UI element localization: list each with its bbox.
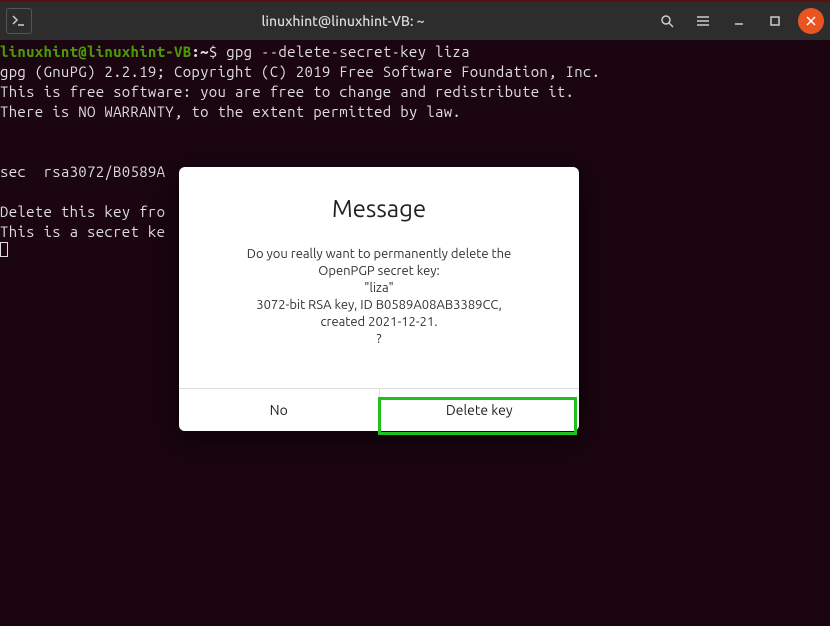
minimize-button[interactable] xyxy=(726,8,752,34)
dialog-message-line: OpenPGP secret key: xyxy=(205,263,553,280)
dialog-message-line: "liza" xyxy=(205,280,553,297)
maximize-button[interactable] xyxy=(762,8,788,34)
terminal-line: sec rsa3072/B0589A xyxy=(0,163,165,180)
terminal-line: gpg (GnuPG) 2.2.19; Copyright (C) 2019 F… xyxy=(0,63,600,80)
dialog-message-line: Do you really want to permanently delete… xyxy=(205,246,553,263)
dialog-message-line: ? xyxy=(205,331,553,348)
terminal-line: Delete this key fro xyxy=(0,203,165,220)
search-icon[interactable] xyxy=(654,8,680,34)
prompt-user: linuxhint@linuxhint-VB xyxy=(0,43,191,60)
no-button[interactable]: No xyxy=(179,389,380,431)
dialog-body: Message Do you really want to permanentl… xyxy=(179,167,579,388)
terminal-line: This is a secret ke xyxy=(0,223,165,240)
dialog-button-row: No Delete key xyxy=(179,388,579,431)
delete-key-button[interactable]: Delete key xyxy=(380,389,580,431)
dialog-message-line: 3072-bit RSA key, ID B0589A08AB3389CC, xyxy=(205,297,553,314)
dialog-title: Message xyxy=(205,195,553,222)
prompt-separator: : xyxy=(191,43,200,60)
terminal-line: This is free software: you are free to c… xyxy=(0,83,574,100)
hamburger-menu-icon[interactable] xyxy=(690,8,716,34)
prompt-dollar: $ xyxy=(209,43,226,60)
window-title: linuxhint@linuxhint-VB: ~ xyxy=(38,13,648,29)
dialog-message: Do you really want to permanently delete… xyxy=(205,246,553,348)
confirmation-dialog: Message Do you really want to permanentl… xyxy=(179,167,579,431)
terminal-app-icon[interactable] xyxy=(6,8,32,34)
dialog-message-line: created 2021-12-21. xyxy=(205,314,553,331)
prompt-path: ~ xyxy=(200,43,209,60)
titlebar-controls xyxy=(654,8,824,34)
terminal-line: There is NO WARRANTY, to the extent perm… xyxy=(0,103,461,120)
terminal-cursor xyxy=(0,242,8,257)
window-titlebar: linuxhint@linuxhint-VB: ~ xyxy=(0,0,830,40)
close-button[interactable] xyxy=(798,8,824,34)
terminal-command: gpg --delete-secret-key liza xyxy=(226,43,470,60)
